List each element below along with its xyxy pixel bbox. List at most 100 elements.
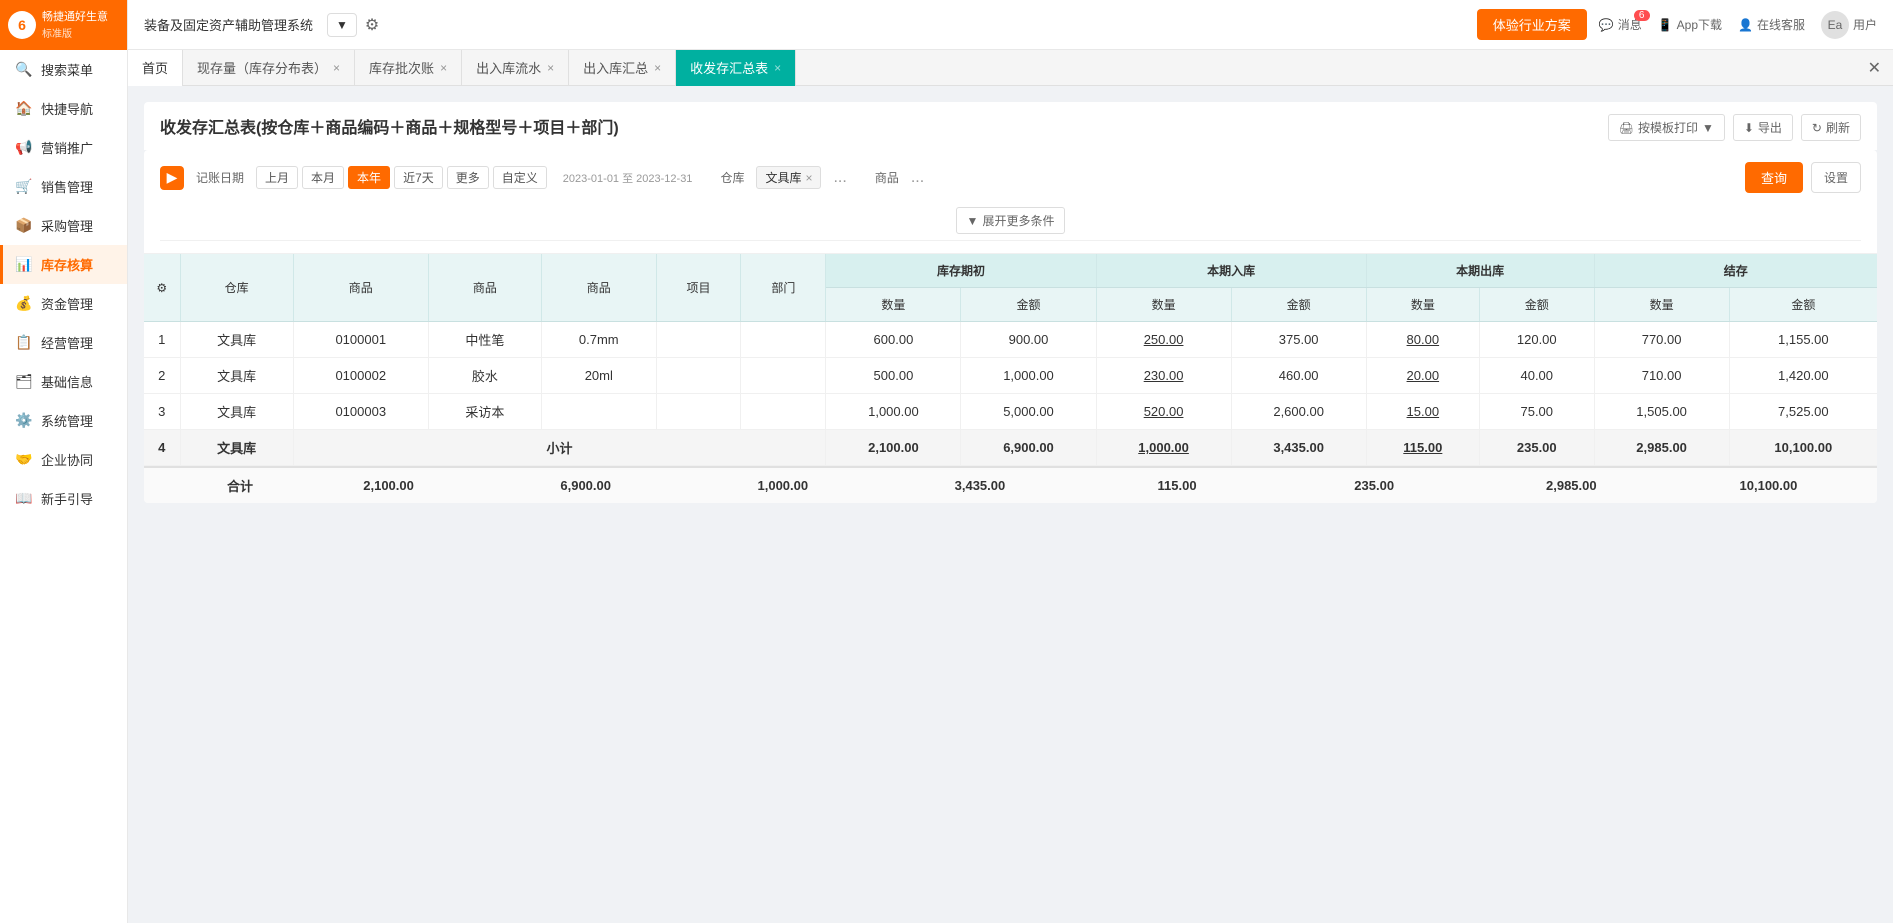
sidebar-item-basicinfo[interactable]: 🗂 基础信息: [0, 362, 127, 401]
operations-icon: 📋: [15, 334, 33, 352]
logo-title: 畅捷通好生意: [42, 10, 108, 25]
date-btn-this-month[interactable]: 本月: [302, 166, 344, 189]
print-button[interactable]: 🖨 按模板打印 ▼: [1608, 114, 1725, 141]
th-goods-name: 商品: [428, 254, 541, 322]
th-goods-code: 商品: [293, 254, 428, 322]
sidebar-item-inventory[interactable]: 📊 库存核算: [0, 245, 127, 284]
tab-in-out-summary-close[interactable]: ×: [654, 61, 661, 75]
date-btn-more[interactable]: 更多: [447, 166, 489, 189]
page-top-actions: 🖨 按模板打印 ▼ ⬇ 导出 ↻ 刷新: [1608, 114, 1861, 149]
tab-batch-ledger[interactable]: 库存批次账 ×: [355, 50, 462, 86]
cell-project: [656, 322, 741, 358]
gear-icon[interactable]: ⚙: [365, 15, 379, 35]
online-service-action[interactable]: 👤 在线客服: [1738, 16, 1805, 33]
data-table-wrap: ⚙ 仓库 商品 商品 商品 项目 部门 库存期初 本期入库 本期出库 结存 数量: [144, 254, 1877, 503]
th-out-amt: 金额: [1479, 288, 1594, 322]
sidebar-item-label: 营销推广: [41, 138, 93, 157]
sidebar-item-system[interactable]: ⚙️ 系统管理: [0, 401, 127, 440]
table-footer: 合计 2,100.00 6,900.00 1,000.00 3,435.00 1…: [144, 466, 1877, 503]
cell-out-qty[interactable]: 20.00: [1366, 358, 1479, 394]
cell-open-qty: 1,000.00: [826, 394, 961, 430]
download-icon: 📱: [1658, 18, 1673, 32]
refresh-label: 刷新: [1826, 119, 1850, 136]
cell-out-amt: 75.00: [1479, 394, 1594, 430]
sidebar-item-label: 基础信息: [41, 372, 93, 391]
cell-close-qty: 710.00: [1594, 358, 1729, 394]
query-button[interactable]: 查询: [1745, 162, 1803, 193]
tab-in-out-flow[interactable]: 出入库流水 ×: [462, 50, 569, 86]
user-action[interactable]: Ea 用户: [1821, 11, 1877, 39]
sidebar-item-quicknav[interactable]: 🏠 快捷导航: [0, 89, 127, 128]
sidebar-item-marketing[interactable]: 📢 营销推广: [0, 128, 127, 167]
cell-out-qty[interactable]: 15.00: [1366, 394, 1479, 430]
filter-actions: 查询 设置: [1745, 162, 1861, 193]
expand-conditions-button[interactable]: ▼ 展开更多条件: [956, 207, 1066, 234]
date-btn-7days[interactable]: 近7天: [394, 166, 443, 189]
tab-in-out-summary[interactable]: 出入库汇总 ×: [569, 50, 676, 86]
cell-open-amt: 5,000.00: [961, 394, 1096, 430]
topbar-system: 装备及固定资产辅助管理系统 ▼ ⚙: [144, 13, 1465, 37]
export-button[interactable]: ⬇ 导出: [1733, 114, 1793, 141]
tab-inventory-dist-label: 现存量（库存分布表）: [197, 58, 327, 77]
sidebar-item-search[interactable]: 🔍 搜索菜单: [0, 50, 127, 89]
warehouse-tag-remove[interactable]: ×: [805, 171, 812, 185]
subtotal-open-amt: 6,900.00: [961, 430, 1096, 466]
sidebar-nav: 🔍 搜索菜单 🏠 快捷导航 📢 营销推广 🛒 销售管理 📦 采购管理 📊 库存核…: [0, 50, 127, 923]
footer-close-amt: 10,100.00: [1670, 478, 1867, 493]
cell-close-amt: 1,420.00: [1729, 358, 1877, 394]
cell-close-qty: 1,505.00: [1594, 394, 1729, 430]
cell-out-qty[interactable]: 80.00: [1366, 322, 1479, 358]
tab-inventory-dist[interactable]: 现存量（库存分布表） ×: [183, 50, 355, 86]
sidebar-item-finance[interactable]: 💰 资金管理: [0, 284, 127, 323]
tab-home[interactable]: 首页: [128, 50, 183, 86]
cell-in-qty[interactable]: 250.00: [1096, 322, 1231, 358]
date-btn-this-year[interactable]: 本年: [348, 166, 390, 189]
tab-in-out-flow-close[interactable]: ×: [547, 61, 554, 75]
tab-receive-send-close[interactable]: ×: [774, 61, 781, 75]
system-icon: ⚙️: [15, 412, 33, 430]
app-download-action[interactable]: 📱 App下载: [1658, 16, 1722, 33]
system-select-dropdown[interactable]: ▼: [327, 13, 357, 37]
quick-nav-icon: 🏠: [15, 100, 33, 118]
cell-warehouse: 文具库: [180, 358, 293, 394]
finance-icon: 💰: [15, 295, 33, 313]
sidebar-item-operations[interactable]: 📋 经营管理: [0, 323, 127, 362]
sidebar-item-guide[interactable]: 📖 新手引导: [0, 479, 127, 518]
cell-in-qty[interactable]: 230.00: [1096, 358, 1231, 394]
goods-more[interactable]: ...: [911, 169, 924, 187]
cell-open-amt: 900.00: [961, 322, 1096, 358]
th-settings: ⚙: [144, 254, 180, 322]
sidebar-item-sales[interactable]: 🛒 销售管理: [0, 167, 127, 206]
tab-in-out-flow-label: 出入库流水: [476, 58, 541, 77]
tab-inventory-dist-close[interactable]: ×: [333, 61, 340, 75]
warehouse-tag-text: 文具库: [765, 169, 801, 186]
th-in-amt: 金额: [1231, 288, 1366, 322]
filter-toggle-button[interactable]: ▶: [160, 166, 184, 190]
sidebar-item-purchase[interactable]: 📦 采购管理: [0, 206, 127, 245]
tab-receive-send-summary[interactable]: 收发存汇总表 ×: [676, 50, 796, 86]
table-row: 1 文具库 0100001 中性笔 0.7mm 600.00 900.00 25…: [144, 322, 1877, 358]
warehouse-more[interactable]: ...: [833, 169, 846, 187]
subtotal-in-qty: 1,000.00: [1096, 430, 1231, 466]
cooperation-icon: 🤝: [15, 451, 33, 469]
sidebar-item-cooperation[interactable]: 🤝 企业协同: [0, 440, 127, 479]
main-area: 装备及固定资产辅助管理系统 ▼ ⚙ 体验行业方案 💬 消息 6 📱 App下载 …: [128, 0, 1893, 923]
cell-goods-code: 0100003: [293, 394, 428, 430]
footer-in-qty: 1,000.00: [684, 478, 881, 493]
date-btn-custom[interactable]: 自定义: [493, 166, 547, 189]
cell-in-qty[interactable]: 520.00: [1096, 394, 1231, 430]
settings-button[interactable]: 设置: [1811, 162, 1861, 193]
refresh-button[interactable]: ↻ 刷新: [1801, 114, 1861, 141]
tab-batch-ledger-close[interactable]: ×: [440, 61, 447, 75]
trial-button[interactable]: 体验行业方案: [1477, 9, 1587, 40]
date-btn-last-month[interactable]: 上月: [256, 166, 298, 189]
date-filter-label: 记账日期: [196, 169, 244, 186]
cell-goods-code: 0100002: [293, 358, 428, 394]
sidebar-item-label: 采购管理: [41, 216, 93, 235]
date-buttons: 上月 本月 本年 近7天 更多 自定义: [256, 166, 547, 189]
data-table: ⚙ 仓库 商品 商品 商品 项目 部门 库存期初 本期入库 本期出库 结存 数量: [144, 254, 1877, 466]
close-all-tabs-icon[interactable]: ✕: [1856, 58, 1893, 78]
cell-goods-spec: [542, 394, 657, 430]
footer-out-amt: 235.00: [1276, 478, 1473, 493]
message-action[interactable]: 💬 消息 6: [1599, 16, 1642, 33]
